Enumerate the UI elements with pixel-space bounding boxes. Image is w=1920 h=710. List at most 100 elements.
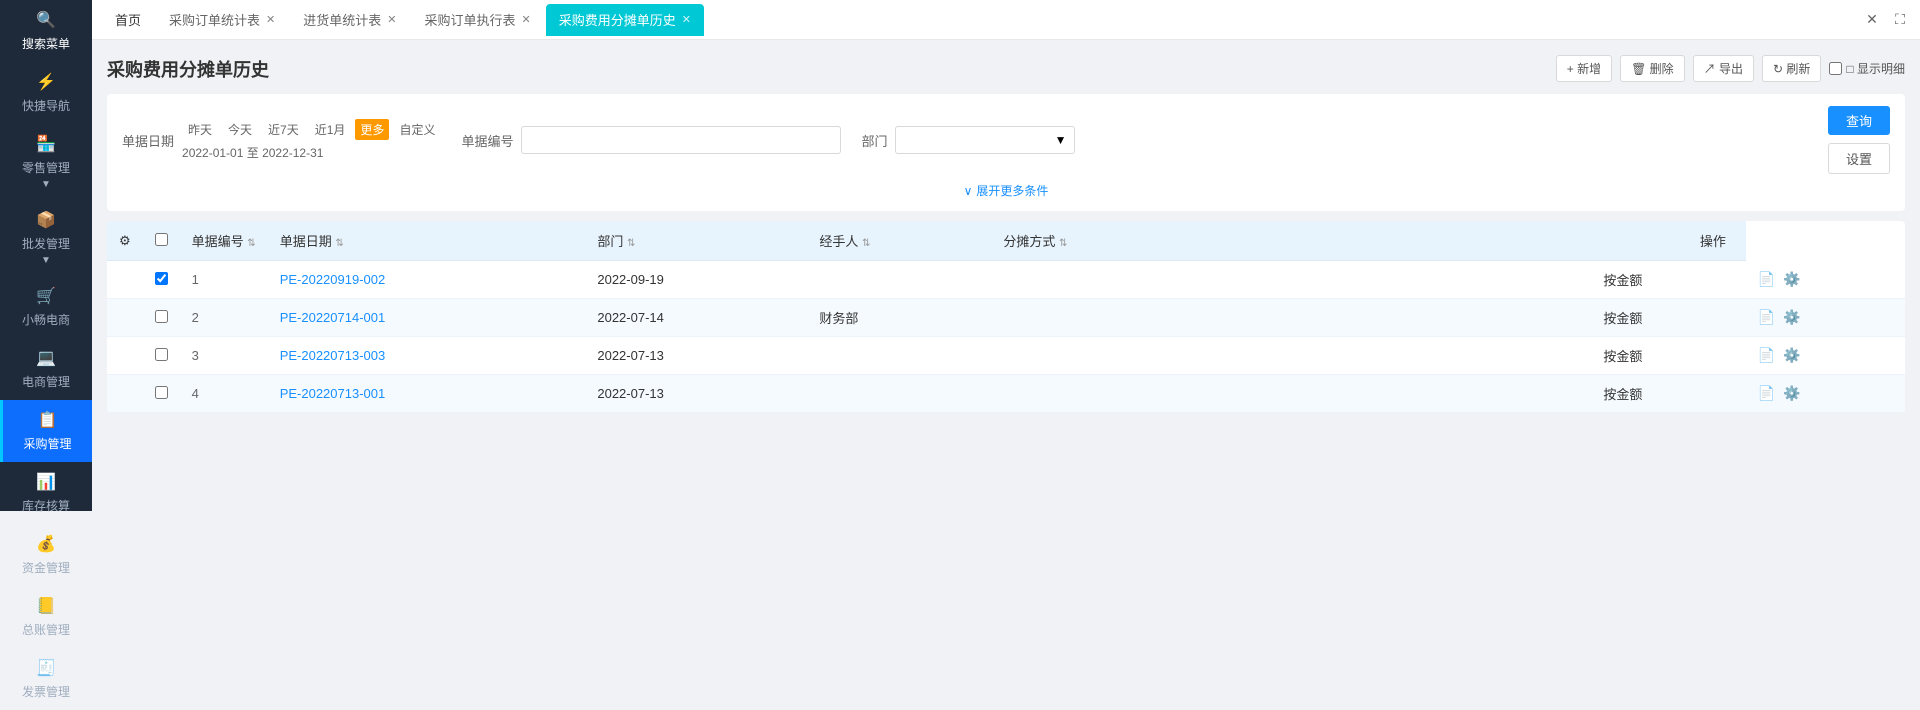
tab-purchase-order-exec[interactable]: 采购订单执行表 ✕ [411, 4, 543, 36]
th-dept[interactable]: 部门 ⇅ [585, 221, 807, 261]
row-actions: 📄 ⚙️ [1746, 299, 1905, 337]
edit-icon[interactable]: ⚙️ [1783, 385, 1800, 402]
sidebar-item-purchase[interactable]: 📋 采购管理 [0, 400, 92, 462]
setting-button[interactable]: 设置 [1828, 143, 1890, 174]
table-header-row: ⚙ 单据编号 ⇅ 单据日期 ⇅ 部门 ⇅ [107, 221, 1905, 261]
view-icon[interactable]: 📄 [1758, 385, 1775, 402]
row-checkbox[interactable] [155, 272, 168, 285]
tab-close-icon[interactable]: ✕ [682, 13, 691, 26]
show-columns-checkbox[interactable]: □ 显示明细 [1829, 60, 1905, 77]
doc-no-link[interactable]: PE-20220713-001 [280, 386, 386, 401]
tab-purchase-order-stats[interactable]: 采购订单统计表 ✕ [156, 4, 288, 36]
row-checkbox-cell[interactable] [143, 261, 180, 299]
row-settings-cell [107, 261, 143, 299]
row-doc-no[interactable]: PE-20220713-003 [268, 337, 586, 375]
close-tab-button[interactable]: ✕ [1862, 10, 1882, 30]
row-checkbox-cell[interactable] [143, 337, 180, 375]
last1month-btn[interactable]: 近1月 [309, 119, 352, 140]
sort-icon: ⇅ [862, 238, 870, 249]
row-handler [991, 261, 1591, 299]
view-icon[interactable]: 📄 [1758, 347, 1775, 364]
doc-no-link[interactable]: PE-20220714-001 [280, 310, 386, 325]
refresh-button[interactable]: ↻ 刷新 [1762, 55, 1821, 82]
date-range-display: 2022-01-01 至 2022-12-31 [182, 144, 441, 161]
custom-btn[interactable]: 自定义 [393, 119, 441, 140]
sort-icon: ⇅ [1059, 238, 1067, 249]
more-btn[interactable]: 更多 [355, 119, 389, 140]
sidebar-item-inventory[interactable]: 📊 库存核算 [0, 462, 92, 524]
lightning-icon: ⚡ [36, 72, 56, 92]
th-settings[interactable]: ⚙ [107, 221, 143, 261]
query-button[interactable]: 查询 [1828, 106, 1890, 135]
edit-icon[interactable]: ⚙️ [1783, 309, 1800, 326]
sidebar-item-ecom-small[interactable]: 🛒 小畅电商 [0, 276, 92, 338]
sidebar-item-retail[interactable]: 🏪 零售管理 ▼ [0, 124, 92, 200]
edit-icon[interactable]: ⚙️ [1783, 347, 1800, 364]
row-checkbox-cell[interactable] [143, 375, 180, 413]
row-checkbox[interactable] [155, 386, 168, 399]
row-checkbox[interactable] [155, 310, 168, 323]
sidebar-item-invoice[interactable]: 🧾 发票管理 [0, 648, 92, 710]
tab-close-icon[interactable]: ✕ [522, 13, 531, 26]
yesterday-btn[interactable]: 昨天 [182, 119, 218, 140]
table-row: 4 PE-20220713-001 2022-07-13 按金额 📄 ⚙️ [107, 375, 1905, 413]
main-content: 首页 采购订单统计表 ✕ 进货单统计表 ✕ 采购订单执行表 ✕ 采购费用分摊单历… [92, 0, 1920, 511]
select-all-checkbox[interactable] [155, 233, 168, 246]
expand-button[interactable]: ∨ 展开更多条件 [964, 182, 1049, 199]
row-actions: 📄 ⚙️ [1746, 375, 1905, 413]
row-doc-no[interactable]: PE-20220713-001 [268, 375, 586, 413]
cart-icon: 🛒 [36, 286, 56, 306]
page-title: 采购费用分摊单历史 [107, 56, 269, 82]
content-area: 采购费用分摊单历史 + 新增 🗑 删除 ↗ 导出 ↻ 刷新 □ 显示明细 单据日… [92, 40, 1920, 511]
add-button[interactable]: + 新增 [1556, 55, 1612, 82]
today-btn[interactable]: 今天 [222, 119, 258, 140]
th-checkbox[interactable] [143, 221, 180, 261]
tab-home[interactable]: 首页 [102, 4, 154, 36]
dept-label: 部门 [861, 131, 887, 150]
doc-no-field: 单据编号 [461, 126, 841, 154]
th-doc-no[interactable]: 单据编号 ⇅ [180, 221, 268, 261]
store-icon: 🏪 [36, 134, 56, 154]
sidebar-item-finance[interactable]: 💰 资金管理 [0, 524, 92, 586]
maximize-button[interactable]: ⛶ [1890, 10, 1910, 30]
date-field: 单据日期 昨天 今天 近7天 近1月 更多 自定义 2022-01-01 至 2… [122, 119, 441, 161]
row-checkbox[interactable] [155, 348, 168, 361]
th-doc-date[interactable]: 单据日期 ⇅ [268, 221, 586, 261]
tab-close-icon[interactable]: ✕ [387, 13, 396, 26]
export-button[interactable]: ↗ 导出 [1693, 55, 1754, 82]
sidebar-item-ecom[interactable]: 💻 电商管理 [0, 338, 92, 400]
sidebar-item-wholesale[interactable]: 📦 批发管理 ▼ [0, 200, 92, 276]
search-row: 单据日期 昨天 今天 近7天 近1月 更多 自定义 2022-01-01 至 2… [122, 106, 1890, 174]
tab-close-icon[interactable]: ✕ [266, 13, 275, 26]
edit-icon[interactable]: ⚙️ [1783, 271, 1800, 288]
sidebar-item-search[interactable]: 🔍 搜索菜单 [0, 0, 92, 62]
table-row: 1 PE-20220919-002 2022-09-19 按金额 📄 ⚙️ [107, 261, 1905, 299]
tab-bar: 首页 采购订单统计表 ✕ 进货单统计表 ✕ 采购订单执行表 ✕ 采购费用分摊单历… [92, 0, 1920, 40]
show-columns-input[interactable] [1829, 62, 1842, 75]
th-split-method[interactable]: 分摊方式 ⇅ [991, 221, 1591, 261]
view-icon[interactable]: 📄 [1758, 271, 1775, 288]
th-handler[interactable]: 经手人 ⇅ [807, 221, 991, 261]
tab-purchase-cost-history[interactable]: 采购费用分摊单历史 ✕ [546, 4, 704, 36]
row-split-method: 按金额 [1591, 299, 1746, 337]
th-action: 操作 [1591, 221, 1746, 261]
sidebar-item-ledger[interactable]: 📒 总账管理 [0, 586, 92, 648]
row-doc-date: 2022-07-14 [585, 299, 807, 337]
search-area: 单据日期 昨天 今天 近7天 近1月 更多 自定义 2022-01-01 至 2… [107, 94, 1905, 211]
delete-button[interactable]: 🗑 删除 [1620, 55, 1685, 82]
data-table-wrapper: ⚙ 单据编号 ⇅ 单据日期 ⇅ 部门 ⇅ [107, 221, 1905, 413]
dept-field: 部门 ▼ [861, 126, 1075, 154]
dept-select[interactable]: ▼ [895, 126, 1075, 154]
sidebar-item-quicknav[interactable]: ⚡ 快捷导航 [0, 62, 92, 124]
row-doc-no[interactable]: PE-20220714-001 [268, 299, 586, 337]
table-row: 3 PE-20220713-003 2022-07-13 按金额 📄 ⚙️ [107, 337, 1905, 375]
row-settings-cell [107, 299, 143, 337]
doc-no-input[interactable] [521, 126, 841, 154]
doc-no-link[interactable]: PE-20220713-003 [280, 348, 386, 363]
doc-no-link[interactable]: PE-20220919-002 [280, 272, 386, 287]
row-doc-no[interactable]: PE-20220919-002 [268, 261, 586, 299]
tab-inbound-stats[interactable]: 进货单统计表 ✕ [290, 4, 409, 36]
last7days-btn[interactable]: 近7天 [262, 119, 305, 140]
view-icon[interactable]: 📄 [1758, 309, 1775, 326]
row-checkbox-cell[interactable] [143, 299, 180, 337]
